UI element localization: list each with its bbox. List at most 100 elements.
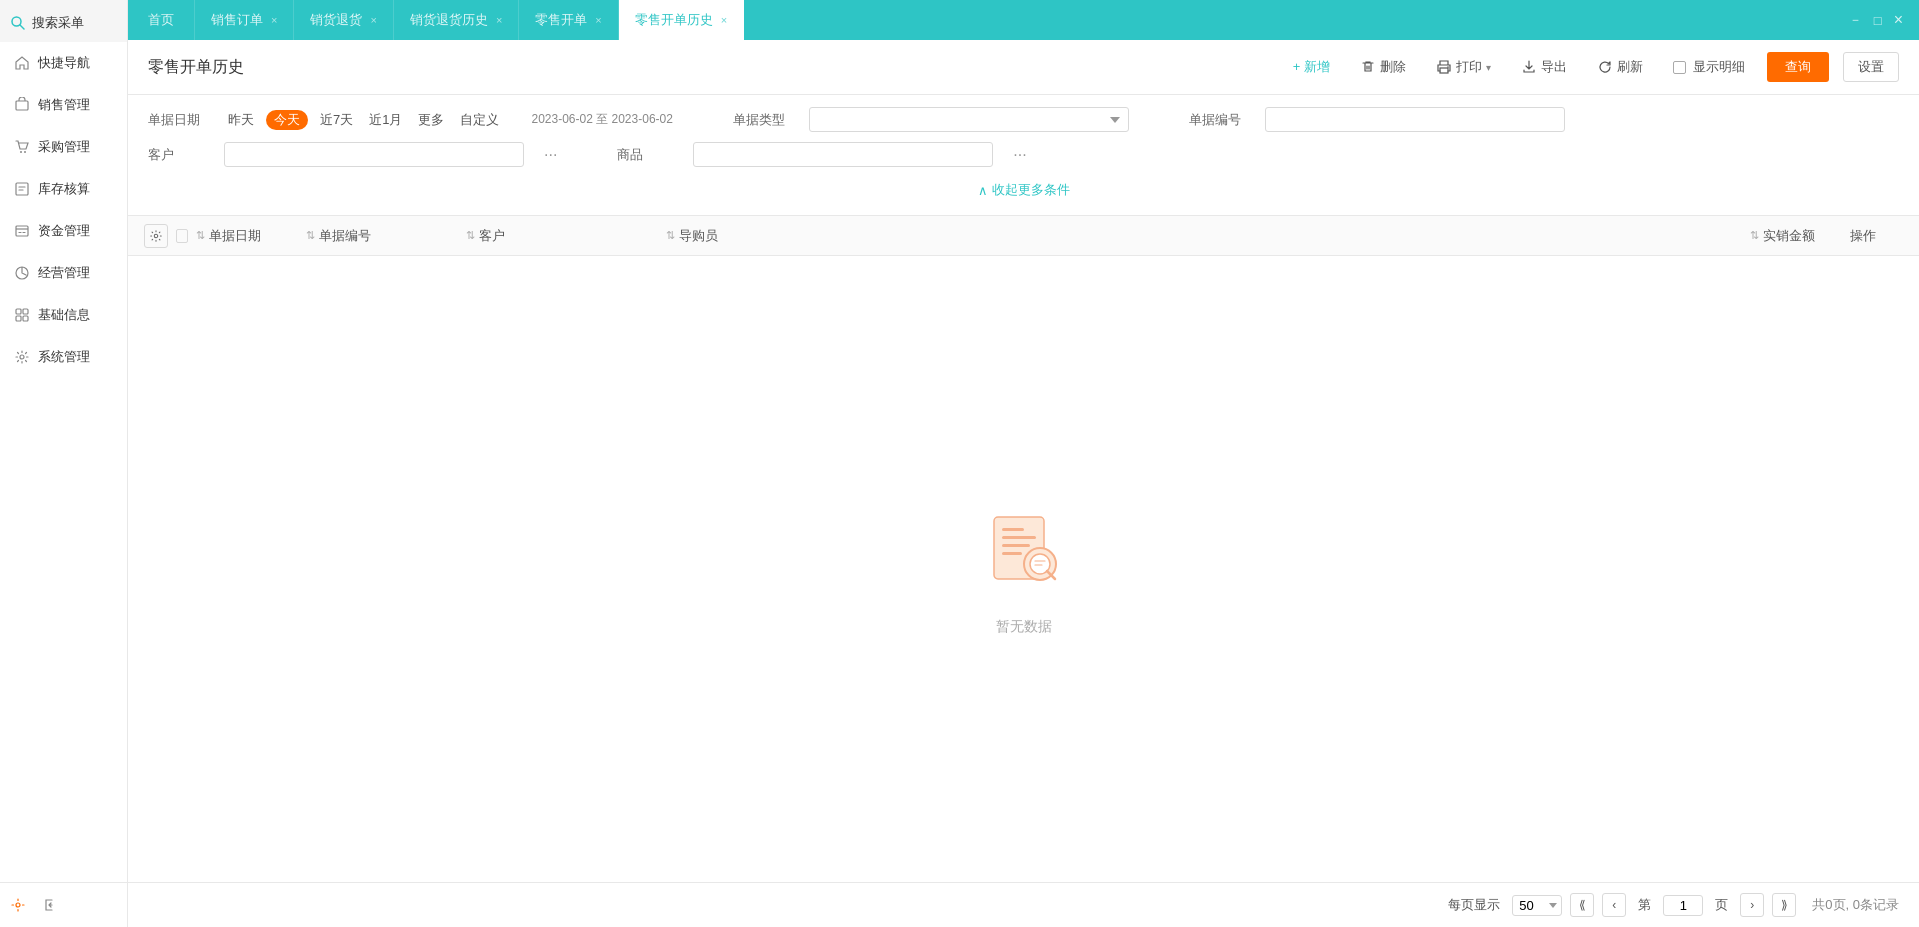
- sidebar-item-purchase-mgmt[interactable]: 采购管理: [0, 126, 127, 168]
- sort-icon[interactable]: ⇅: [666, 229, 675, 242]
- sidebar-item-operations[interactable]: 经营管理: [0, 252, 127, 294]
- sort-icon[interactable]: ⇅: [196, 229, 205, 242]
- sidebar-item-quick-nav[interactable]: 快捷导航: [0, 42, 127, 84]
- print-icon: [1436, 59, 1452, 75]
- svg-rect-5: [16, 183, 28, 195]
- tab-sales-return-history[interactable]: 销货退货历史 ×: [394, 0, 519, 40]
- sidebar-item-label: 销售管理: [38, 96, 90, 114]
- page-label-pre: 第: [1638, 896, 1651, 914]
- svg-rect-8: [23, 309, 28, 314]
- minimize-btn[interactable]: －: [1849, 11, 1862, 29]
- print-chevron-icon: ▾: [1486, 62, 1491, 73]
- refresh-button[interactable]: 刷新: [1589, 54, 1651, 80]
- sidebar-item-basic-info[interactable]: 基础信息: [0, 294, 127, 336]
- collapse-button[interactable]: ∧ 收起更多条件: [978, 177, 1070, 203]
- type-filter-label: 单据类型: [733, 111, 789, 129]
- filter-area: 单据日期 昨天 今天 近7天 近1月 更多 自定义 2023-06-02 至 2…: [128, 95, 1919, 216]
- tab-close-icon[interactable]: ×: [721, 14, 727, 26]
- tab-sales-order[interactable]: 销售订单 ×: [195, 0, 294, 40]
- sidebar-item-finance[interactable]: 资金管理: [0, 210, 127, 252]
- shortcut-7days[interactable]: 近7天: [316, 110, 357, 130]
- col-header-customer: ⇅ 客户: [458, 227, 658, 245]
- svg-rect-16: [1002, 544, 1030, 547]
- total-info: 共0页, 0条记录: [1812, 896, 1899, 914]
- select-all-checkbox[interactable]: [176, 229, 188, 243]
- collapse-sidebar-icon[interactable]: [42, 897, 58, 913]
- page-size-label: 每页显示: [1448, 896, 1500, 914]
- export-icon: [1521, 59, 1537, 75]
- svg-rect-17: [1002, 552, 1022, 555]
- table-header: ⇅ 单据日期 ⇅ 单据编号 ⇅ 客户 ⇅ 导购员 ⇅ 实销金额: [128, 216, 1919, 256]
- next-page-button[interactable]: ›: [1740, 893, 1764, 917]
- shortcut-more[interactable]: 更多: [414, 110, 448, 130]
- page-number-input[interactable]: [1663, 895, 1703, 916]
- bill-no-input[interactable]: [1265, 107, 1565, 132]
- tab-close-icon[interactable]: ×: [271, 14, 277, 26]
- query-button[interactable]: 查询: [1767, 52, 1829, 82]
- svg-rect-14: [1002, 528, 1024, 531]
- sort-icon[interactable]: ⇅: [466, 229, 475, 242]
- basic-icon: [14, 307, 30, 323]
- sort-icon[interactable]: ⇅: [1750, 229, 1759, 242]
- tab-close-icon[interactable]: ×: [370, 14, 376, 26]
- table-settings-button[interactable]: [144, 224, 168, 248]
- sidebar-item-label: 采购管理: [38, 138, 90, 156]
- shortcut-1month[interactable]: 近1月: [365, 110, 406, 130]
- empty-text: 暂无数据: [996, 618, 1052, 636]
- empty-illustration: [974, 502, 1074, 602]
- svg-rect-7: [16, 309, 21, 314]
- sidebar-item-sys-mgmt[interactable]: 系统管理: [0, 336, 127, 378]
- settings-bottom-icon[interactable]: [10, 897, 26, 913]
- tab-retail-history[interactable]: 零售开单历史 ×: [619, 0, 744, 40]
- col-header-salesperson: ⇅ 导购员: [658, 227, 758, 245]
- svg-line-1: [20, 25, 24, 29]
- svg-point-4: [24, 151, 26, 153]
- sidebar-item-label: 资金管理: [38, 222, 90, 240]
- bill-no-label: 单据编号: [1189, 111, 1245, 129]
- shortcut-yesterday[interactable]: 昨天: [224, 110, 258, 130]
- close-btn[interactable]: ×: [1894, 11, 1903, 29]
- setting-button[interactable]: 设置: [1843, 52, 1899, 82]
- svg-rect-9: [16, 316, 21, 321]
- tab-home[interactable]: 首页: [128, 0, 195, 40]
- last-page-button[interactable]: ⟫: [1772, 893, 1796, 917]
- type-filter-select[interactable]: [809, 107, 1129, 132]
- date-range-display: 2023-06-02 至 2023-06-02: [531, 111, 672, 128]
- sidebar-item-label: 系统管理: [38, 348, 90, 366]
- purchase-icon: [14, 139, 30, 155]
- delete-button[interactable]: 删除: [1352, 54, 1414, 80]
- maximize-btn[interactable]: □: [1874, 13, 1882, 28]
- display-detail-button[interactable]: 显示明细: [1665, 54, 1753, 80]
- sidebar-item-inventory[interactable]: 库存核算: [0, 168, 127, 210]
- display-checkbox[interactable]: [1673, 61, 1686, 74]
- svg-point-12: [1447, 66, 1449, 68]
- prev-page-button[interactable]: ‹: [1602, 893, 1626, 917]
- tab-retail-open[interactable]: 零售开单 ×: [519, 0, 618, 40]
- tab-sales-return[interactable]: 销货退货 ×: [294, 0, 393, 40]
- sort-icon[interactable]: ⇅: [306, 229, 315, 242]
- shortcut-today[interactable]: 今天: [266, 110, 308, 130]
- first-page-button[interactable]: ⟪: [1570, 893, 1594, 917]
- customer-input[interactable]: [224, 142, 524, 167]
- col-header-bill-no: ⇅ 单据编号: [298, 227, 458, 245]
- export-button[interactable]: 导出: [1513, 54, 1575, 80]
- filter-row-2: 客户 ··· 商品 ···: [148, 142, 1899, 167]
- sidebar-item-label: 经营管理: [38, 264, 90, 282]
- refresh-icon: [1597, 59, 1613, 75]
- add-button[interactable]: + 新增: [1285, 54, 1338, 80]
- tab-close-icon[interactable]: ×: [496, 14, 502, 26]
- customer-dots[interactable]: ···: [544, 146, 557, 164]
- system-icon: [14, 349, 30, 365]
- top-nav: 首页 销售订单 × 销货退货 × 销货退货历史 × 零售开单 × 零售开单历史 …: [128, 0, 1919, 40]
- sidebar-search[interactable]: 搜索采单: [0, 0, 127, 42]
- goods-input[interactable]: [693, 142, 993, 167]
- sidebar-item-sales-mgmt[interactable]: 销售管理: [0, 84, 127, 126]
- goods-dots[interactable]: ···: [1013, 146, 1026, 164]
- tab-close-icon[interactable]: ×: [595, 14, 601, 26]
- pagination: 每页显示 10 20 50 100 ⟪ ‹ 第 页 › ⟫ 共0页, 0条记录: [128, 882, 1919, 927]
- shortcut-custom[interactable]: 自定义: [456, 110, 503, 130]
- page-size-select[interactable]: 10 20 50 100: [1512, 895, 1562, 916]
- collapse-row: ∧ 收起更多条件: [148, 177, 1899, 203]
- print-button[interactable]: 打印 ▾: [1428, 54, 1499, 80]
- sales-icon: [14, 97, 30, 113]
